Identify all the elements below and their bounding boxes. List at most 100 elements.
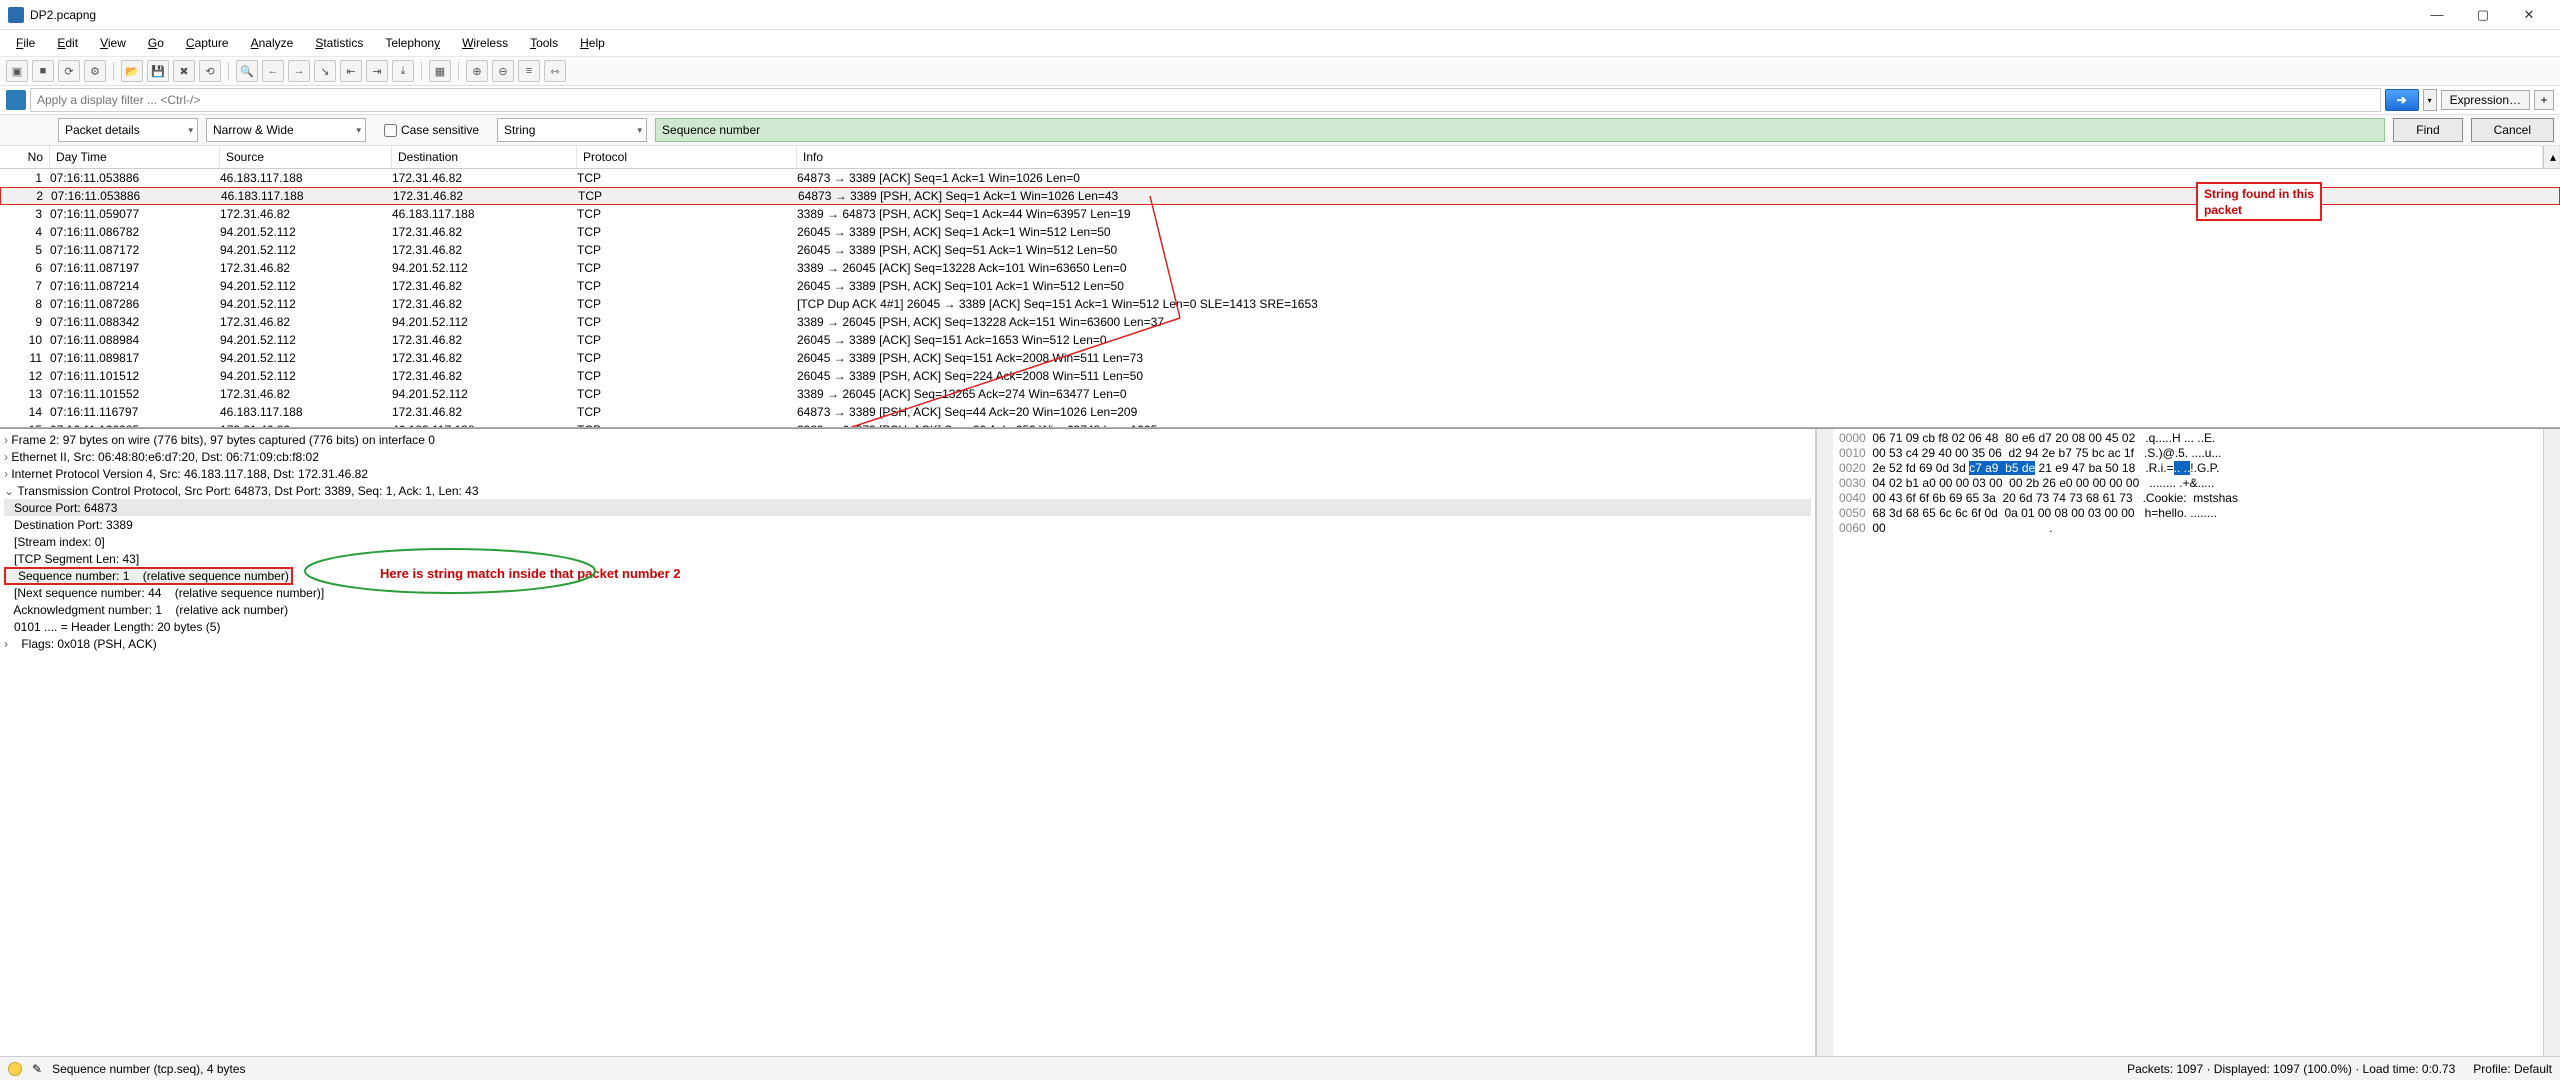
detail-line[interactable]: Sequence number: 1 (relative sequence nu… xyxy=(4,567,1811,584)
status-profile[interactable]: Profile: Default xyxy=(2473,1062,2552,1076)
menu-view[interactable]: View xyxy=(90,32,136,54)
menu-capture[interactable]: Capture xyxy=(176,32,239,54)
col-no[interactable]: No xyxy=(0,146,50,168)
packet-row[interactable]: 607:16:11.087197172.31.46.8294.201.52.11… xyxy=(0,259,2560,277)
packet-row[interactable]: 1307:16:11.101552172.31.46.8294.201.52.1… xyxy=(0,385,2560,403)
app-icon xyxy=(8,7,24,23)
close-button[interactable]: ✕ xyxy=(2506,0,2552,30)
hex-line[interactable]: 0060 00 . xyxy=(1839,521,2537,536)
menu-file[interactable]: File xyxy=(6,32,45,54)
menu-tools[interactable]: Tools xyxy=(520,32,568,54)
packet-row[interactable]: 907:16:11.088342172.31.46.8294.201.52.11… xyxy=(0,313,2560,331)
packet-details-pane[interactable]: Frame 2: 97 bytes on wire (776 bits), 97… xyxy=(0,429,1816,1056)
col-destination[interactable]: Destination xyxy=(392,146,577,168)
go-back-icon[interactable]: ← xyxy=(262,60,284,82)
find-type-combo[interactable]: String xyxy=(497,118,647,142)
filter-dropdown-icon[interactable]: ▾ xyxy=(2423,89,2437,111)
find-scope-combo[interactable]: Packet details xyxy=(58,118,198,142)
hex-line[interactable]: 0030 04 02 b1 a0 00 00 03 00 00 2b 26 e0… xyxy=(1839,476,2537,491)
restart-capture-icon[interactable]: ⟳ xyxy=(58,60,80,82)
packet-row[interactable]: 107:16:11.05388646.183.117.188172.31.46.… xyxy=(0,169,2560,187)
go-to-packet-icon[interactable]: ↘ xyxy=(314,60,336,82)
menu-go[interactable]: Go xyxy=(138,32,174,54)
hex-line[interactable]: 0050 68 3d 68 65 6c 6c 6f 0d 0a 01 00 08… xyxy=(1839,506,2537,521)
zoom-out-icon[interactable]: ⊖ xyxy=(492,60,514,82)
col-info[interactable]: Info xyxy=(797,146,2543,168)
hex-line[interactable]: 0040 00 43 6f 6f 6b 69 65 3a 20 6d 73 74… xyxy=(1839,491,2537,506)
go-last-icon[interactable]: ⇥ xyxy=(366,60,388,82)
start-capture-icon[interactable]: ▣ xyxy=(6,60,28,82)
detail-line[interactable]: [Next sequence number: 44 (relative sequ… xyxy=(4,584,1811,601)
reload-icon[interactable]: ⟲ xyxy=(199,60,221,82)
zoom-in-icon[interactable]: ⊕ xyxy=(466,60,488,82)
detail-line[interactable]: Internet Protocol Version 4, Src: 46.183… xyxy=(4,465,1811,482)
detail-line[interactable]: Transmission Control Protocol, Src Port:… xyxy=(4,482,1811,499)
edit-icon[interactable]: ✎ xyxy=(32,1062,42,1076)
menu-edit[interactable]: Edit xyxy=(47,32,88,54)
capture-options-icon[interactable]: ⚙ xyxy=(84,60,106,82)
details-scrollbar[interactable] xyxy=(1816,429,1833,1056)
detail-line[interactable]: Ethernet II, Src: 06:48:80:e6:d7:20, Dst… xyxy=(4,448,1811,465)
detail-line[interactable]: [TCP Segment Len: 43] xyxy=(4,550,1811,567)
packet-list-body[interactable]: 107:16:11.05388646.183.117.188172.31.46.… xyxy=(0,169,2560,427)
stop-capture-icon[interactable]: ■ xyxy=(32,60,54,82)
packet-row[interactable]: 1107:16:11.08981794.201.52.112172.31.46.… xyxy=(0,349,2560,367)
packet-row[interactable]: 307:16:11.059077172.31.46.8246.183.117.1… xyxy=(0,205,2560,223)
find-button[interactable]: Find xyxy=(2393,118,2462,142)
display-filter-input[interactable] xyxy=(30,88,2381,112)
auto-scroll-icon[interactable]: ⤓ xyxy=(392,60,414,82)
menu-telephony[interactable]: Telephony xyxy=(375,32,450,54)
hex-line[interactable]: 0010 00 53 c4 29 40 00 35 06 d2 94 2e b7… xyxy=(1839,446,2537,461)
col-protocol[interactable]: Protocol xyxy=(577,146,797,168)
bookmark-icon[interactable] xyxy=(6,90,26,110)
packet-row[interactable]: 1207:16:11.10151294.201.52.112172.31.46.… xyxy=(0,367,2560,385)
packet-row[interactable]: 807:16:11.08728694.201.52.112172.31.46.8… xyxy=(0,295,2560,313)
apply-filter-button[interactable]: ➔ xyxy=(2385,89,2419,111)
hex-line[interactable]: 0000 06 71 09 cb f8 02 06 48 80 e6 d7 20… xyxy=(1839,431,2537,446)
save-file-icon[interactable]: 💾 xyxy=(147,60,169,82)
hex-line[interactable]: 0020 2e 52 fd 69 0d 3d c7 a9 b5 de 21 e9… xyxy=(1839,461,2537,476)
colorize-icon[interactable]: ▦ xyxy=(429,60,451,82)
zoom-reset-icon[interactable]: ≡ xyxy=(518,60,540,82)
detail-line[interactable]: Source Port: 64873 xyxy=(4,499,1811,516)
detail-line[interactable]: Acknowledgment number: 1 (relative ack n… xyxy=(4,601,1811,618)
menu-help[interactable]: Help xyxy=(570,32,615,54)
maximize-button[interactable]: ▢ xyxy=(2460,0,2506,30)
menu-analyze[interactable]: Analyze xyxy=(241,32,304,54)
status-field-info: Sequence number (tcp.seq), 4 bytes xyxy=(52,1062,245,1076)
detail-line[interactable]: Frame 2: 97 bytes on wire (776 bits), 97… xyxy=(4,431,1811,448)
cancel-button[interactable]: Cancel xyxy=(2471,118,2554,142)
packet-row[interactable]: 507:16:11.08717294.201.52.112172.31.46.8… xyxy=(0,241,2560,259)
packet-row[interactable]: 1007:16:11.08898494.201.52.112172.31.46.… xyxy=(0,331,2560,349)
detail-line[interactable]: Flags: 0x018 (PSH, ACK) xyxy=(4,635,1811,652)
find-charset-combo[interactable]: Narrow & Wide xyxy=(206,118,366,142)
expert-info-icon[interactable] xyxy=(8,1062,22,1076)
packet-row[interactable]: 407:16:11.08678294.201.52.112172.31.46.8… xyxy=(0,223,2560,241)
col-time[interactable]: Day Time xyxy=(50,146,220,168)
detail-line[interactable]: [Stream index: 0] xyxy=(4,533,1811,550)
detail-line[interactable]: Destination Port: 3389 xyxy=(4,516,1811,533)
hex-scrollbar[interactable] xyxy=(2543,429,2560,1056)
find-packet-icon[interactable]: 🔍 xyxy=(236,60,258,82)
packet-row[interactable]: 207:16:11.05388646.183.117.188172.31.46.… xyxy=(0,187,2560,205)
go-forward-icon[interactable]: → xyxy=(288,60,310,82)
packet-list-scrollbar[interactable]: ▴ xyxy=(2543,146,2560,168)
packet-row[interactable]: 1407:16:11.11679746.183.117.188172.31.46… xyxy=(0,403,2560,421)
go-first-icon[interactable]: ⇤ xyxy=(340,60,362,82)
case-sensitive-checkbox[interactable]: Case sensitive xyxy=(374,123,489,137)
add-filter-button[interactable]: + xyxy=(2534,90,2554,110)
open-file-icon[interactable]: 📂 xyxy=(121,60,143,82)
menu-bar: File Edit View Go Capture Analyze Statis… xyxy=(0,30,2560,57)
find-input[interactable] xyxy=(655,118,2385,142)
minimize-button[interactable]: — xyxy=(2414,0,2460,30)
resize-columns-icon[interactable]: ⇿ xyxy=(544,60,566,82)
detail-line[interactable]: 0101 .... = Header Length: 20 bytes (5) xyxy=(4,618,1811,635)
expression-button[interactable]: Expression… xyxy=(2441,90,2530,110)
close-file-icon[interactable]: ✖ xyxy=(173,60,195,82)
menu-statistics[interactable]: Statistics xyxy=(305,32,373,54)
packet-bytes-pane[interactable]: 0000 06 71 09 cb f8 02 06 48 80 e6 d7 20… xyxy=(1833,429,2543,1056)
packet-row[interactable]: 1507:16:11.120985172.31.46.8246.183.117.… xyxy=(0,421,2560,427)
col-source[interactable]: Source xyxy=(220,146,392,168)
menu-wireless[interactable]: Wireless xyxy=(452,32,518,54)
packet-row[interactable]: 707:16:11.08721494.201.52.112172.31.46.8… xyxy=(0,277,2560,295)
